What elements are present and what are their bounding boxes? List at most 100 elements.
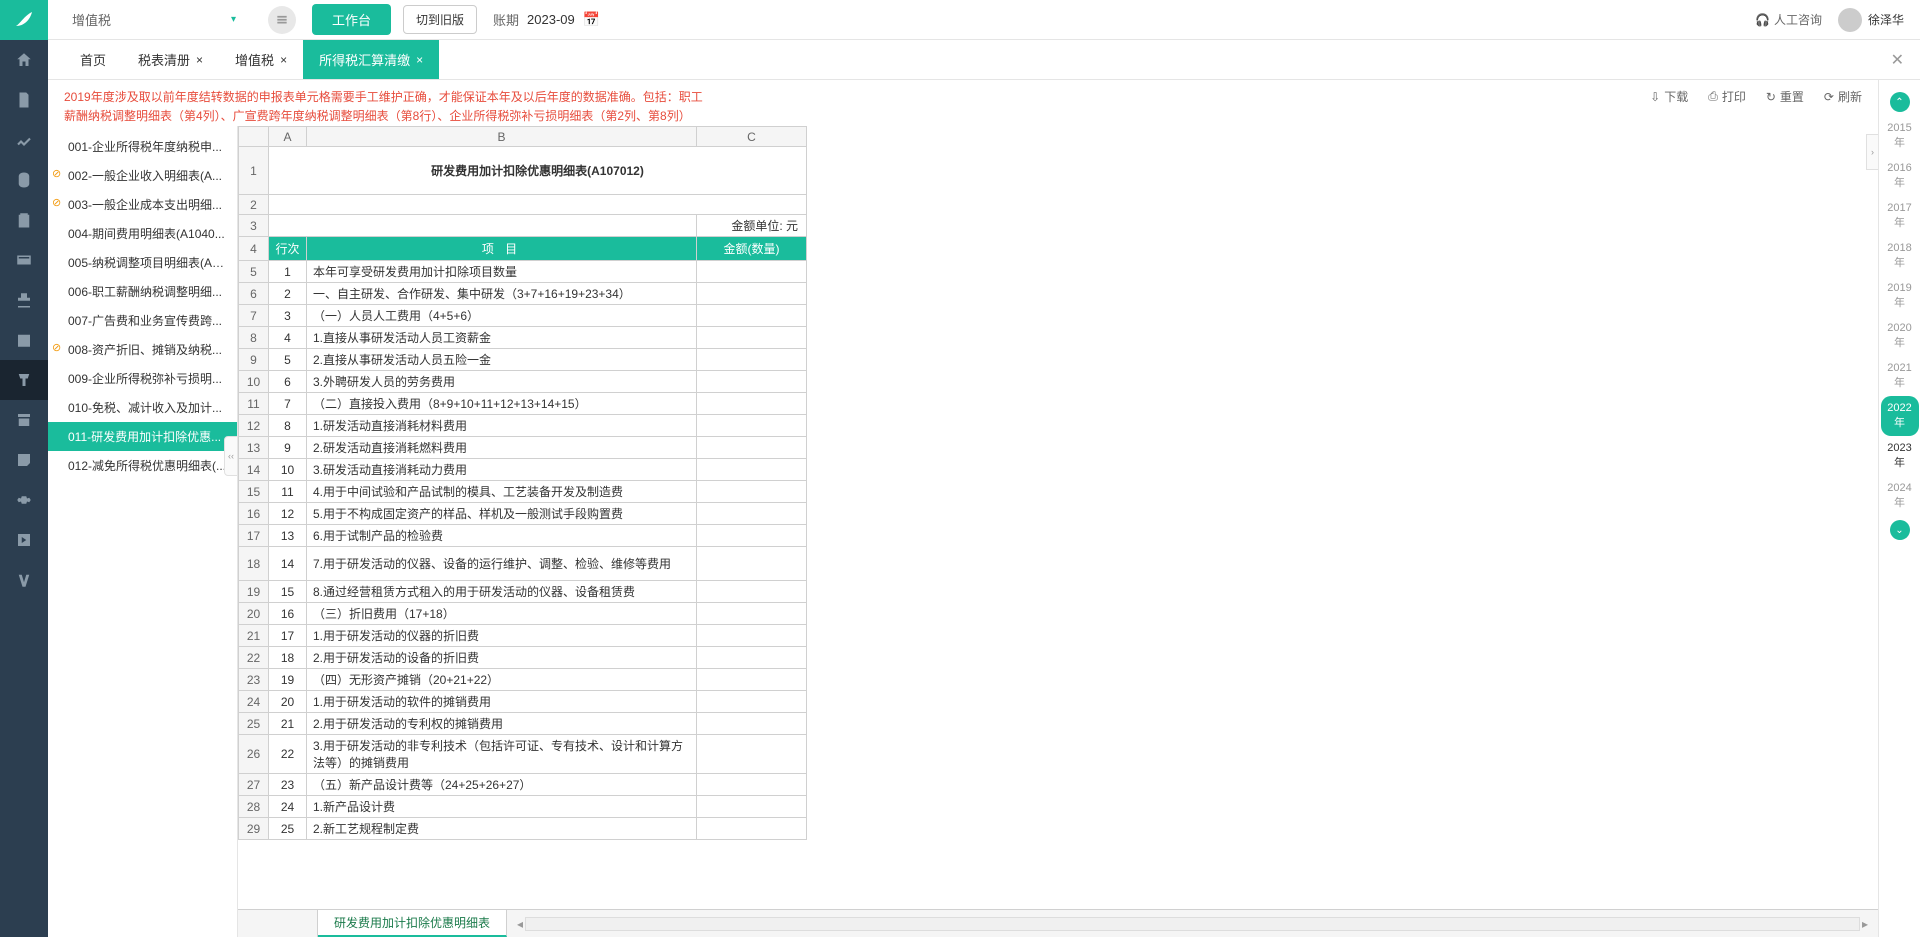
form-list-item[interactable]: 004-期间费用明细表(A1040...: [48, 219, 237, 248]
amount-cell[interactable]: [697, 547, 807, 581]
amount-cell[interactable]: [697, 305, 807, 327]
form-list-item[interactable]: 001-企业所得税年度纳税申...: [48, 132, 237, 161]
item-cell[interactable]: （二）直接投入费用（8+9+10+11+12+13+14+15）: [307, 393, 697, 415]
amount-cell[interactable]: [697, 393, 807, 415]
year-down-button[interactable]: ⌄: [1890, 520, 1910, 540]
expand-panel-handle[interactable]: ›: [1866, 134, 1878, 170]
item-cell[interactable]: 1.新产品设计费: [307, 796, 697, 818]
year-button[interactable]: 2020年: [1881, 316, 1919, 356]
nav-tax-icon[interactable]: [0, 360, 48, 400]
item-cell[interactable]: （三）折旧费用（17+18）: [307, 603, 697, 625]
reset-button[interactable]: ↻重置: [1766, 88, 1804, 105]
nav-chart-icon[interactable]: [0, 120, 48, 160]
year-button[interactable]: 2019年: [1881, 276, 1919, 316]
refresh-button[interactable]: ⟳刷新: [1824, 88, 1862, 105]
year-button[interactable]: 2015年: [1881, 116, 1919, 156]
amount-cell[interactable]: [697, 459, 807, 481]
item-cell[interactable]: 4.用于中间试验和产品试制的模具、工艺装备开发及制造费: [307, 481, 697, 503]
amount-cell[interactable]: [697, 371, 807, 393]
amount-cell[interactable]: [697, 669, 807, 691]
amount-cell[interactable]: [697, 713, 807, 735]
user-menu[interactable]: 徐泽华: [1838, 8, 1904, 32]
list-icon-button[interactable]: [268, 6, 296, 34]
col-header[interactable]: B: [307, 127, 697, 147]
sheet-tab[interactable]: 研发费用加计扣除优惠明细表: [318, 910, 507, 937]
amount-cell[interactable]: [697, 691, 807, 713]
form-list-item[interactable]: 002-一般企业收入明细表(A...: [48, 161, 237, 190]
amount-cell[interactable]: [697, 603, 807, 625]
amount-cell[interactable]: [697, 437, 807, 459]
nav-clipboard-icon[interactable]: [0, 200, 48, 240]
form-list-item[interactable]: 009-企业所得税弥补亏损明...: [48, 364, 237, 393]
spreadsheet-grid[interactable]: ABC1研发费用加计扣除优惠明细表(A107012)23金额单位: 元4行次项 …: [238, 126, 807, 840]
year-button[interactable]: 2018年: [1881, 236, 1919, 276]
amount-cell[interactable]: [697, 525, 807, 547]
nav-calendar-icon[interactable]: [0, 320, 48, 360]
form-list-item[interactable]: 003-一般企业成本支出明细...: [48, 190, 237, 219]
year-button[interactable]: 2023年: [1881, 436, 1919, 476]
amount-cell[interactable]: [697, 818, 807, 840]
logo[interactable]: [0, 0, 48, 40]
amount-cell[interactable]: [697, 625, 807, 647]
amount-cell[interactable]: [697, 349, 807, 371]
year-up-button[interactable]: ⌃: [1890, 92, 1910, 112]
switch-old-button[interactable]: 切到旧版: [403, 5, 477, 34]
amount-cell[interactable]: [697, 415, 807, 437]
form-list-item[interactable]: 010-免税、减计收入及加计...: [48, 393, 237, 422]
nav-play-icon[interactable]: [0, 520, 48, 560]
amount-cell[interactable]: [697, 735, 807, 774]
nav-archive-icon[interactable]: [0, 400, 48, 440]
amount-cell[interactable]: [697, 261, 807, 283]
form-list-item[interactable]: 011-研发费用加计扣除优惠...: [48, 422, 237, 451]
nav-settings-icon[interactable]: [0, 480, 48, 520]
year-button[interactable]: 2024年: [1881, 476, 1919, 516]
tab-close-icon[interactable]: ×: [416, 53, 423, 67]
item-cell[interactable]: 1.研发活动直接消耗材料费用: [307, 415, 697, 437]
year-button[interactable]: 2021年: [1881, 356, 1919, 396]
item-cell[interactable]: （五）新产品设计费等（24+25+26+27）: [307, 774, 697, 796]
tab-首页[interactable]: 首页: [64, 40, 122, 79]
tax-type-dropdown[interactable]: 增值税 ▾: [64, 6, 244, 33]
year-button[interactable]: 2022年: [1881, 396, 1919, 436]
collapse-panel-handle[interactable]: ‹‹: [224, 436, 238, 476]
tab-增值税[interactable]: 增值税×: [219, 40, 303, 79]
item-cell[interactable]: 3.外聘研发人员的劳务费用: [307, 371, 697, 393]
col-header[interactable]: A: [269, 127, 307, 147]
amount-cell[interactable]: [697, 327, 807, 349]
item-cell[interactable]: 3.研发活动直接消耗动力费用: [307, 459, 697, 481]
item-cell[interactable]: （四）无形资产摊销（20+21+22）: [307, 669, 697, 691]
tab-所得税汇算清缴[interactable]: 所得税汇算清缴×: [303, 40, 439, 79]
amount-cell[interactable]: [697, 581, 807, 603]
item-cell[interactable]: 本年可享受研发费用加计扣除项目数量: [307, 261, 697, 283]
form-list-item[interactable]: 008-资产折旧、摊销及纳税...: [48, 335, 237, 364]
year-button[interactable]: 2017年: [1881, 196, 1919, 236]
nav-card-icon[interactable]: [0, 240, 48, 280]
item-cell[interactable]: 1.直接从事研发活动人员工资薪金: [307, 327, 697, 349]
nav-doc-icon[interactable]: [0, 80, 48, 120]
amount-cell[interactable]: [697, 503, 807, 525]
calendar-icon[interactable]: 📅: [583, 11, 600, 28]
item-cell[interactable]: （一）人员人工费用（4+5+6）: [307, 305, 697, 327]
item-cell[interactable]: 1.用于研发活动的软件的摊销费用: [307, 691, 697, 713]
form-list-item[interactable]: 007-广告费和业务宣传费跨...: [48, 306, 237, 335]
item-cell[interactable]: 1.用于研发活动的仪器的折旧费: [307, 625, 697, 647]
amount-cell[interactable]: [697, 647, 807, 669]
item-cell[interactable]: 2.用于研发活动的设备的折旧费: [307, 647, 697, 669]
item-cell[interactable]: 7.用于研发活动的仪器、设备的运行维护、调整、检验、维修等费用: [307, 547, 697, 581]
nav-inbox-icon[interactable]: [0, 440, 48, 480]
item-cell[interactable]: 5.用于不构成固定资产的样品、样机及一般测试手段购置费: [307, 503, 697, 525]
amount-cell[interactable]: [697, 774, 807, 796]
support-link[interactable]: 🎧 人工咨询: [1755, 11, 1822, 28]
amount-cell[interactable]: [697, 481, 807, 503]
col-header[interactable]: C: [697, 127, 807, 147]
item-cell[interactable]: 2.用于研发活动的专利权的摊销费用: [307, 713, 697, 735]
year-button[interactable]: 2016年: [1881, 156, 1919, 196]
tab-close-icon[interactable]: ×: [280, 53, 287, 67]
amount-cell[interactable]: [697, 283, 807, 305]
item-cell[interactable]: 8.通过经营租赁方式租入的用于研发活动的仪器、设备租赁费: [307, 581, 697, 603]
close-all-tabs[interactable]: ✕: [1875, 40, 1920, 79]
item-cell[interactable]: 一、自主研发、合作研发、集中研发（3+7+16+19+23+34）: [307, 283, 697, 305]
workbench-button[interactable]: 工作台: [312, 4, 391, 35]
amount-cell[interactable]: [697, 796, 807, 818]
print-button[interactable]: ⎙打印: [1708, 88, 1746, 105]
